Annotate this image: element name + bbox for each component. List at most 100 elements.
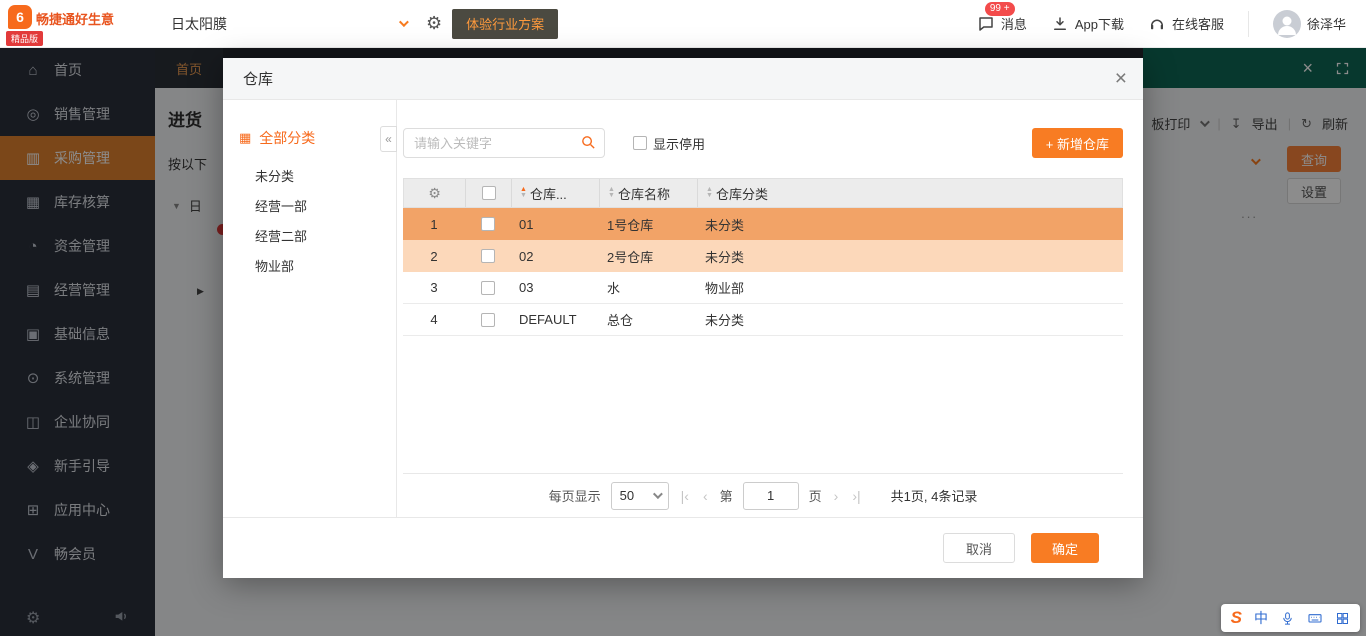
gear-icon[interactable]: ⚙ [426,13,442,34]
topbar-right: 99 + 消息 App下载 在线客服 徐泽华 [977,2,1366,38]
category-grid-icon: ▦ [239,130,252,145]
row-number: 1 [430,216,438,232]
prev-page-icon[interactable]: ‹ [701,488,710,504]
search-icon[interactable] [580,134,597,151]
header-label: 仓库分类 [715,186,768,202]
app-root: 6 畅捷通好生意 精品版 日太阳膜 ⚙ 体验行业方案 99 + 消息 App下载… [0,0,1366,636]
chevron-down-icon [652,489,663,500]
select-all-checkbox[interactable] [481,186,496,200]
all-categories-label: 全部分类 [259,130,316,146]
topbar-divider [1247,10,1249,37]
username: 徐泽华 [1306,17,1346,32]
experience-plan-button[interactable]: 体验行业方案 [452,8,559,39]
category-item-property[interactable]: 物业部 [223,252,396,282]
online-service-label: 在线客服 [1171,17,1224,32]
user-account-item[interactable]: 徐泽华 [1272,9,1346,38]
row-number: 3 [430,280,438,295]
confirm-button[interactable]: 确定 [1031,533,1099,563]
page-suffix-label: 页 [808,489,822,504]
header-label: 仓库名称 [617,186,670,202]
modal-header: 仓库 × [223,58,1143,100]
brand-area: 6 畅捷通好生意 精品版 [0,0,155,48]
chevron-down-icon [398,17,409,28]
cell-warehouse-code: 01 [519,216,534,232]
app-download-label: App下载 [1074,17,1124,32]
messages-count-badge: 99 + [984,2,1015,16]
headset-icon [1150,19,1163,29]
company-select-value: 日太阳膜 [171,15,227,32]
per-page-value: 50 [619,488,635,503]
add-warehouse-button[interactable]: + 新增仓库 [1031,128,1123,158]
warehouse-list-panel: 显示停用 + 新增仓库 ⚙ ▲▼ 仓库... ▲▼ [397,100,1143,517]
column-settings-cell[interactable]: ⚙ [404,179,466,207]
last-page-icon[interactable]: ›| [850,488,862,504]
table-empty-space [403,336,1123,473]
cell-warehouse-name: 总仓 [607,313,634,328]
brand-title: 畅捷通好生意 [36,11,115,27]
avatar [1272,9,1301,38]
company-select[interactable]: 日太阳膜 [171,14,409,34]
table-row[interactable]: 4 DEFAULT 总仓 未分类 [403,304,1123,336]
search-row: 显示停用 + 新增仓库 [403,128,1123,158]
download-icon [1053,16,1066,30]
select-all-cell[interactable] [466,179,512,207]
cell-warehouse-category: 物业部 [705,281,745,296]
cancel-button[interactable]: 取消 [943,533,1015,563]
ime-toolbar: S 中 [1220,604,1360,632]
cell-warehouse-category: 未分类 [705,217,745,233]
pagination-bar: 每页显示 50 |‹ ‹ 第 页 › ›| 共1页, 4条记录 [403,473,1123,517]
next-page-icon[interactable]: › [832,488,841,504]
online-service-item[interactable]: 在线客服 [1148,14,1224,33]
row-checkbox-cell [465,249,511,263]
person-icon [1277,16,1296,35]
modal-close-icon[interactable]: × [1115,68,1127,89]
table-row[interactable]: 1 01 1号仓库 未分类 [403,208,1123,240]
keyboard-icon[interactable] [1307,610,1323,626]
search-input[interactable] [403,128,605,158]
page-prefix-label: 第 [719,489,733,504]
column-gear-icon: ⚙ [428,184,441,201]
first-page-icon[interactable]: |‹ [679,488,691,504]
per-page-select[interactable]: 50 [610,481,669,510]
row-checkbox[interactable] [481,280,495,295]
modal-title: 仓库 [243,71,274,88]
sogou-logo-icon[interactable]: S [1231,608,1242,628]
table-row[interactable]: 3 03 水 物业部 [403,272,1123,304]
cell-warehouse-name: 水 [607,281,621,296]
ime-language-toggle[interactable]: 中 [1254,608,1268,628]
cell-warehouse-code: DEFAULT [519,312,577,327]
header-warehouse-category[interactable]: ▲ ▼ 仓库分类 [698,179,1122,207]
brand-edition-badge: 精品版 [6,30,44,46]
category-item-dept2[interactable]: 经营二部 [223,222,396,252]
all-categories-item[interactable]: ▦ 全部分类 [223,128,396,148]
modal-body: ▦ 全部分类 « 未分类 经营一部 经营二部 物业部 请输入关键字 显示停用 +… [223,100,1143,517]
row-checkbox[interactable] [481,312,495,327]
show-disabled-toggle[interactable]: 显示停用 [633,134,705,153]
panel-collapse-button[interactable]: « [380,126,397,152]
grid-menu-icon[interactable] [1335,611,1350,626]
category-item-uncategorized[interactable]: 未分类 [223,162,396,192]
sort-arrows-icon: ▲ ▼ [608,186,615,199]
category-item-dept1[interactable]: 经营一部 [223,192,396,222]
cell-warehouse-code: 03 [519,280,534,295]
category-panel: ▦ 全部分类 « 未分类 经营一部 经营二部 物业部 [223,100,397,517]
row-number: 4 [430,312,438,327]
show-disabled-checkbox[interactable] [633,136,647,150]
row-checkbox[interactable] [481,217,495,231]
header-warehouse-code[interactable]: ▲ ▼ 仓库... [512,179,600,207]
page-number-input[interactable] [742,481,799,510]
row-number: 2 [430,248,438,264]
messages-item[interactable]: 99 + 消息 [977,2,1027,33]
cell-warehouse-code: 02 [519,248,534,264]
warehouse-table: ⚙ ▲ ▼ 仓库... ▲ ▼ 仓库名称 ▲ ▼ 仓库分类 1 01 1号仓库 … [403,178,1123,336]
sort-arrows-icon: ▲ ▼ [520,186,527,199]
app-download-item[interactable]: App下载 [1051,14,1124,33]
header-warehouse-name[interactable]: ▲ ▼ 仓库名称 [600,179,698,207]
brand-logo-icon: 6 [8,4,32,29]
show-disabled-label: 显示停用 [653,136,706,152]
row-checkbox[interactable] [481,249,495,263]
cell-warehouse-category: 未分类 [705,249,745,265]
table-row[interactable]: 2 02 2号仓库 未分类 [403,240,1123,272]
pagination-summary: 共1页, 4条记录 [890,489,978,504]
microphone-icon[interactable] [1280,611,1295,626]
